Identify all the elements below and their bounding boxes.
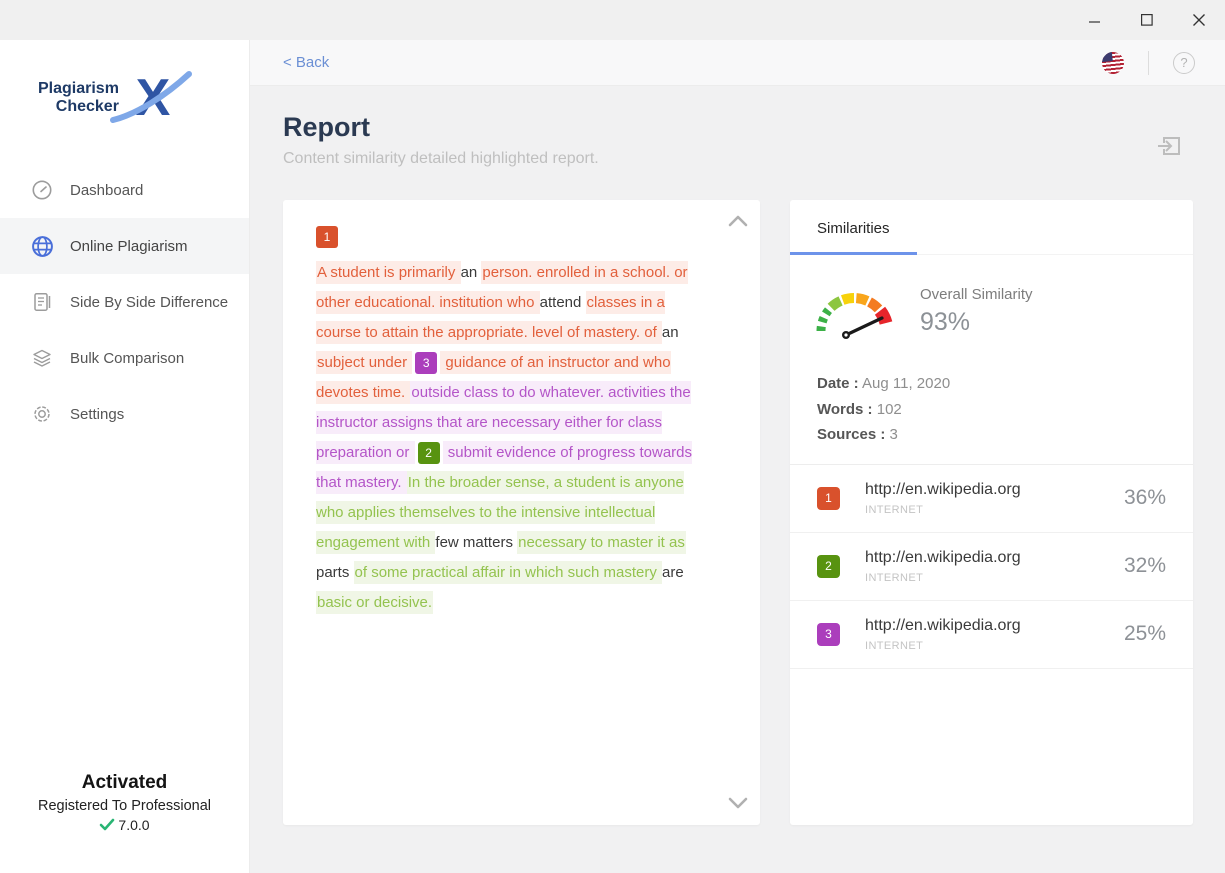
document-panel: 1A student is primarily an person. enrol… <box>283 200 760 825</box>
source-row-2[interactable]: 2 http://en.wikipedia.org INTERNET 32% <box>790 533 1193 601</box>
sidebar-nav: Dashboard Online Plagiarism Side By Side… <box>0 162 249 442</box>
sidebar-item-settings[interactable]: Settings <box>0 386 249 442</box>
source-badge: 2 <box>817 555 840 578</box>
sidebar-item-side-by-side[interactable]: Side By Side Difference <box>0 274 249 330</box>
export-icon <box>1156 134 1182 158</box>
export-report-button[interactable] <box>1156 134 1182 161</box>
match-badge-2[interactable]: 2 <box>418 442 440 464</box>
app-logo: Plagiarism Checker X <box>38 66 249 130</box>
scroll-up-button[interactable] <box>726 214 750 231</box>
overall-similarity: Overall Similarity 93% <box>790 255 1193 355</box>
source-percent: 36% <box>1124 486 1166 510</box>
scroll-down-icon <box>726 796 750 810</box>
plain-text: are <box>662 564 684 581</box>
meta-date: Date : Aug 11, 2020 <box>817 371 1166 397</box>
activation-registered: Registered To Professional <box>0 798 249 814</box>
close-icon <box>1193 14 1205 26</box>
page-subtitle: Content similarity detailed highlighted … <box>283 150 1225 168</box>
sidebar-item-label: Bulk Comparison <box>70 350 184 367</box>
activation-status: Activated Registered To Professional 7.0… <box>0 772 249 833</box>
sidebar-item-dashboard[interactable]: Dashboard <box>0 162 249 218</box>
source-percent: 25% <box>1124 622 1166 646</box>
plain-text: an <box>662 324 679 341</box>
meta-words: Words : 102 <box>817 397 1166 423</box>
logo-swoosh-icon <box>107 68 195 128</box>
source-url[interactable]: http://en.wikipedia.org <box>865 617 1021 635</box>
active-tab-underline <box>790 252 917 255</box>
sidebar-item-online-plagiarism[interactable]: Online Plagiarism <box>0 218 249 274</box>
sidebar: Plagiarism Checker X Dashboard Online Pl… <box>0 40 250 873</box>
close-button[interactable] <box>1173 0 1225 40</box>
source-url[interactable]: http://en.wikipedia.org <box>865 481 1021 499</box>
sources-list: 1 http://en.wikipedia.org INTERNET 36% 2 http… <box>790 465 1193 669</box>
source-url[interactable]: http://en.wikipedia.org <box>865 549 1021 567</box>
highlight-source-2[interactable]: necessary to master it as <box>517 531 686 554</box>
match-badge-1[interactable]: 1 <box>316 226 338 248</box>
sidebar-item-label: Online Plagiarism <box>70 238 188 255</box>
overall-similarity-label: Overall Similarity <box>920 286 1033 303</box>
maximize-icon <box>1141 14 1153 26</box>
main-content: Report Content similarity detailed highl… <box>250 86 1225 873</box>
plain-text: attend <box>540 294 586 311</box>
gauge-meter-icon <box>810 275 898 347</box>
app-header: < Back ? <box>250 40 1225 86</box>
scroll-up-icon <box>726 214 750 228</box>
speedometer-icon <box>30 178 54 202</box>
page-title: Report <box>283 112 1225 143</box>
activation-version: 7.0.0 <box>0 817 249 833</box>
source-type: INTERNET <box>865 572 1021 584</box>
match-badge-3[interactable]: 3 <box>415 352 437 374</box>
sidebar-item-label: Settings <box>70 406 124 423</box>
similarities-tabs: Similarities <box>790 200 1193 255</box>
back-button[interactable]: < Back <box>283 54 329 71</box>
scroll-down-button[interactable] <box>726 796 750 813</box>
source-type: INTERNET <box>865 504 1021 516</box>
meta-sources: Sources : 3 <box>817 422 1166 448</box>
header-divider <box>1148 51 1149 75</box>
sidebar-item-bulk-comparison[interactable]: Bulk Comparison <box>0 330 249 386</box>
globe-icon <box>30 234 54 258</box>
gear-icon <box>30 402 54 426</box>
help-icon[interactable]: ? <box>1173 52 1195 74</box>
header-right: ? <box>1102 51 1195 75</box>
source-row-3[interactable]: 3 http://en.wikipedia.org INTERNET 25% <box>790 601 1193 669</box>
maximize-button[interactable] <box>1121 0 1173 40</box>
activation-title: Activated <box>0 772 249 794</box>
overall-similarity-value: 93% <box>920 308 1033 337</box>
source-row-1[interactable]: 1 http://en.wikipedia.org INTERNET 36% <box>790 465 1193 533</box>
plain-text: an <box>461 264 482 281</box>
highlight-source-1[interactable]: subject under <box>316 351 412 374</box>
source-percent: 32% <box>1124 554 1166 578</box>
plain-text: parts <box>316 564 354 581</box>
document-text: 1A student is primarily an person. enrol… <box>283 200 708 618</box>
similarities-panel: Similarities Overall Similarity 93% Date… <box>790 200 1193 825</box>
sidebar-item-label: Dashboard <box>70 182 143 199</box>
sidebar-item-label: Side By Side Difference <box>70 294 228 311</box>
highlight-source-2[interactable]: of some practical affair in which such m… <box>354 561 663 584</box>
layers-icon <box>30 346 54 370</box>
logo-x-mark: X <box>121 66 185 130</box>
highlight-source-2[interactable]: basic or decisive. <box>316 591 433 614</box>
report-meta: Date : Aug 11, 2020 Words : 102 Sources … <box>790 355 1193 465</box>
source-type: INTERNET <box>865 640 1021 652</box>
document-icon <box>30 290 54 314</box>
check-icon <box>99 818 115 832</box>
tab-similarities[interactable]: Similarities <box>817 220 890 237</box>
minimize-icon <box>1089 14 1101 26</box>
us-flag-icon[interactable] <box>1101 50 1125 74</box>
source-badge: 3 <box>817 623 840 646</box>
minimize-button[interactable] <box>1069 0 1121 40</box>
source-badge: 1 <box>817 487 840 510</box>
plain-text: few matters <box>435 534 517 551</box>
titlebar <box>0 0 1225 40</box>
highlight-source-1[interactable]: A student is primarily <box>316 261 461 284</box>
